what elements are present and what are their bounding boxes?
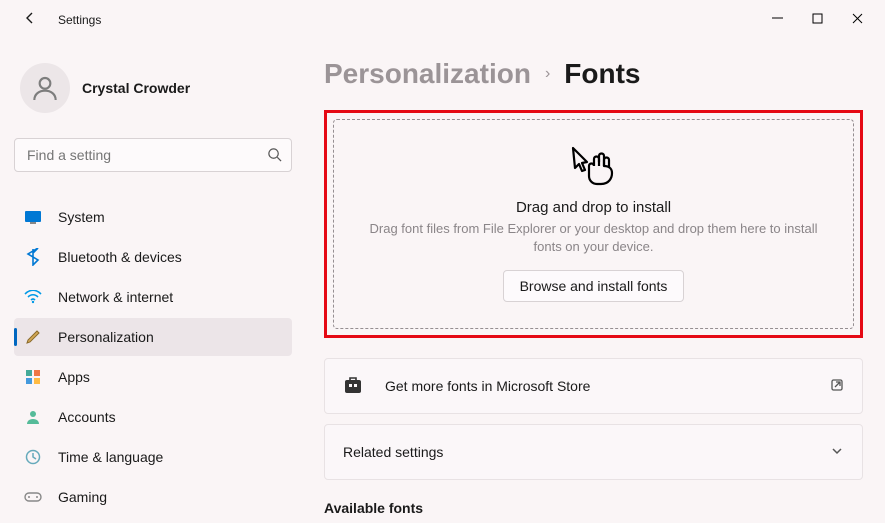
back-icon[interactable]: [22, 10, 38, 31]
maximize-button[interactable]: [811, 13, 823, 27]
external-link-icon: [830, 378, 844, 395]
sidebar-item-personalization[interactable]: Personalization: [14, 318, 292, 356]
sidebar-item-accounts[interactable]: Accounts: [14, 398, 292, 436]
sidebar-item-time[interactable]: Time & language: [14, 438, 292, 476]
chevron-right-icon: ›: [545, 65, 550, 83]
drop-title: Drag and drop to install: [364, 199, 823, 216]
system-icon: [24, 208, 42, 226]
store-icon: [343, 375, 363, 398]
browse-fonts-button[interactable]: Browse and install fonts: [503, 270, 685, 302]
breadcrumb: Personalization › Fonts: [324, 58, 863, 90]
store-fonts-card[interactable]: Get more fonts in Microsoft Store: [324, 358, 863, 414]
related-settings-card[interactable]: Related settings: [324, 424, 863, 480]
user-name: Crystal Crowder: [82, 80, 190, 96]
sidebar-item-system[interactable]: System: [14, 198, 292, 236]
accounts-icon: [24, 408, 42, 426]
cursor-hand-icon: [567, 175, 621, 192]
avatar-icon: [20, 63, 70, 113]
sidebar-item-gaming[interactable]: Gaming: [14, 478, 292, 516]
store-fonts-label: Get more fonts in Microsoft Store: [385, 378, 590, 394]
user-profile[interactable]: Crystal Crowder: [14, 58, 292, 118]
wifi-icon: [24, 288, 42, 306]
related-settings-label: Related settings: [343, 444, 443, 460]
sidebar-item-label: System: [58, 209, 105, 225]
sidebar-item-label: Bluetooth & devices: [58, 249, 182, 265]
breadcrumb-parent[interactable]: Personalization: [324, 58, 531, 90]
sidebar-item-apps[interactable]: Apps: [14, 358, 292, 396]
minimize-button[interactable]: [771, 13, 783, 27]
app-title: Settings: [58, 13, 101, 27]
sidebar-item-network[interactable]: Network & internet: [14, 278, 292, 316]
clock-icon: [24, 448, 42, 466]
bluetooth-icon: [24, 248, 42, 266]
paintbrush-icon: [24, 328, 42, 346]
sidebar-item-label: Time & language: [58, 449, 163, 465]
close-button[interactable]: [851, 13, 863, 27]
chevron-down-icon: [830, 444, 844, 461]
sidebar-item-label: Gaming: [58, 489, 107, 505]
sidebar-item-label: Accounts: [58, 409, 116, 425]
sidebar-item-label: Personalization: [58, 329, 154, 345]
font-drop-zone[interactable]: Drag and drop to install Drag font files…: [333, 119, 854, 329]
search-input[interactable]: [14, 138, 292, 172]
sidebar-item-label: Network & internet: [58, 289, 173, 305]
gaming-icon: [24, 488, 42, 506]
sidebar-item-label: Apps: [58, 369, 90, 385]
search-icon: [267, 147, 282, 167]
breadcrumb-current: Fonts: [564, 58, 640, 90]
sidebar-item-bluetooth[interactable]: Bluetooth & devices: [14, 238, 292, 276]
highlight-box: Drag and drop to install Drag font files…: [324, 110, 863, 338]
drop-description: Drag font files from File Explorer or yo…: [364, 220, 823, 256]
available-fonts-heading: Available fonts: [324, 500, 863, 516]
apps-icon: [24, 368, 42, 386]
